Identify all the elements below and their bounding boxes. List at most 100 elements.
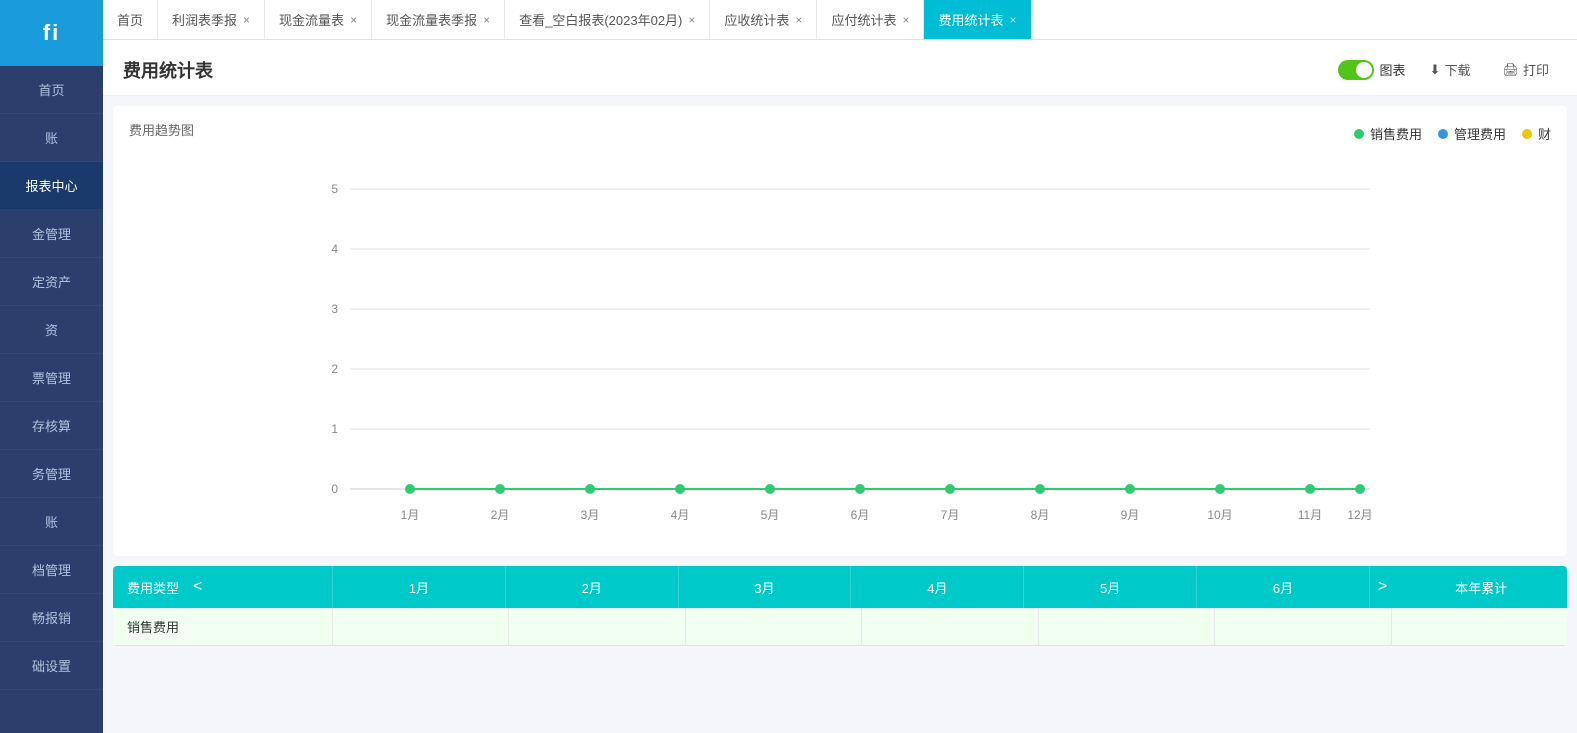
sidebar-item-reports[interactable]: 报表中心 xyxy=(0,162,103,210)
chart-dot-jun xyxy=(855,484,865,494)
sidebar-item-assets[interactable]: 定资产 xyxy=(0,258,103,306)
sidebar-item-ledger[interactable]: 账 xyxy=(0,498,103,546)
th-expense-type: 费用类型 < xyxy=(113,566,333,608)
td-sales-m5 xyxy=(1039,608,1215,645)
print-label: 打印 xyxy=(1523,60,1549,79)
close-tab-profit-quarterly[interactable]: × xyxy=(243,13,250,27)
legend-management: 管理费用 xyxy=(1438,124,1506,143)
sidebar-item-capital[interactable]: 资 xyxy=(0,306,103,354)
sidebar-item-archive[interactable]: 档管理 xyxy=(0,546,103,594)
tab-receivable[interactable]: 应收统计表 × xyxy=(710,0,817,39)
tab-cashflow-quarterly[interactable]: 现金流量表季报 × xyxy=(372,0,505,39)
svg-text:12月: 12月 xyxy=(1347,508,1372,522)
th-month-6: 6月 xyxy=(1197,566,1370,608)
td-sales-total xyxy=(1392,608,1567,645)
th-month-4: 4月 xyxy=(851,566,1024,608)
close-tab-blank-report[interactable]: × xyxy=(688,13,695,27)
sidebar: fi 首页 账 报表中心 金管理 定资产 资 票管理 存核算 务管理 账 档管理… xyxy=(0,0,103,733)
tab-home[interactable]: 首页 xyxy=(103,0,158,39)
legend-finance: 财 xyxy=(1522,124,1551,143)
chart-dot-sep xyxy=(1125,484,1135,494)
chart-title: 费用趋势图 xyxy=(129,120,194,139)
svg-text:9月: 9月 xyxy=(1121,508,1140,522)
table-row-sales: 销售费用 xyxy=(113,608,1567,646)
page-content: 费用统计表 图表 ⬇ 下载 🖨 打印 费用趋势图 xyxy=(103,40,1577,733)
chart-section: 费用趋势图 销售费用 管理费用 财 xyxy=(113,106,1567,556)
svg-text:11月: 11月 xyxy=(1298,508,1322,522)
th-month-1: 1月 xyxy=(333,566,506,608)
svg-text:5: 5 xyxy=(331,182,338,196)
print-icon: 🖨 xyxy=(1502,62,1519,78)
svg-text:8月: 8月 xyxy=(1031,508,1050,522)
sidebar-item-expense[interactable]: 畅报销 xyxy=(0,594,103,642)
close-tab-expense-stats[interactable]: × xyxy=(1009,13,1016,27)
svg-text:3: 3 xyxy=(331,302,338,316)
close-tab-cashflow-quarterly[interactable]: × xyxy=(483,13,490,27)
tabs-bar: 首页 利润表季报 × 现金流量表 × 现金流量表季报 × 查看_空白报表(202… xyxy=(103,0,1577,40)
tab-profit-quarterly[interactable]: 利润表季报 × xyxy=(158,0,265,39)
sidebar-item-cash[interactable]: 金管理 xyxy=(0,210,103,258)
chart-dot-jul xyxy=(945,484,955,494)
chart-dot-dec xyxy=(1355,484,1365,494)
header-actions: 图表 ⬇ 下载 🖨 打印 xyxy=(1338,56,1557,83)
chart-dot-aug xyxy=(1035,484,1045,494)
sidebar-item-inventory[interactable]: 存核算 xyxy=(0,402,103,450)
tab-cashflow[interactable]: 现金流量表 × xyxy=(265,0,372,39)
chart-toggle-label: 图表 xyxy=(1380,60,1406,79)
svg-text:4月: 4月 xyxy=(671,508,690,522)
td-sales-m4 xyxy=(862,608,1038,645)
chart-dot-nov xyxy=(1305,484,1315,494)
chart-dot-jan xyxy=(405,484,415,494)
td-sales-m1 xyxy=(333,608,509,645)
close-tab-cashflow[interactable]: × xyxy=(350,13,357,27)
th-month-3: 3月 xyxy=(679,566,852,608)
svg-text:1: 1 xyxy=(331,422,338,436)
sidebar-item-account[interactable]: 账 xyxy=(0,114,103,162)
download-button[interactable]: ⬇ 下载 xyxy=(1422,56,1479,83)
td-sales-m2 xyxy=(509,608,685,645)
svg-text:2月: 2月 xyxy=(491,508,510,522)
trend-chart: 5 4 3 2 1 0 xyxy=(129,149,1551,539)
nav-next-arrow[interactable]: > xyxy=(1370,566,1395,608)
main-area: 首页 利润表季报 × 现金流量表 × 现金流量表季报 × 查看_空白报表(202… xyxy=(103,0,1577,733)
svg-text:7月: 7月 xyxy=(941,508,960,522)
nav-prev-arrow[interactable]: < xyxy=(187,578,208,596)
chart-svg-container: 5 4 3 2 1 0 xyxy=(129,149,1551,542)
table-header-row: 费用类型 < 1月 2月 3月 4月 5月 6月 > 本年累计 xyxy=(113,566,1567,608)
close-tab-payable[interactable]: × xyxy=(902,13,909,27)
tab-blank-report[interactable]: 查看_空白报表(2023年02月) × xyxy=(505,0,710,39)
tab-expense-stats[interactable]: 费用统计表 × xyxy=(924,0,1031,39)
page-title: 费用统计表 xyxy=(123,57,213,83)
expense-table: 费用类型 < 1月 2月 3月 4月 5月 6月 > 本年累计 销售费用 xyxy=(113,566,1567,646)
chart-toggle[interactable] xyxy=(1338,60,1374,80)
svg-text:5月: 5月 xyxy=(761,508,780,522)
th-month-2: 2月 xyxy=(506,566,679,608)
chart-dot-may xyxy=(765,484,775,494)
page-header: 费用统计表 图表 ⬇ 下载 🖨 打印 xyxy=(103,40,1577,96)
th-month-5: 5月 xyxy=(1024,566,1197,608)
legend-dot-sales xyxy=(1354,129,1364,139)
download-icon: ⬇ xyxy=(1430,62,1441,78)
legend-label-management: 管理费用 xyxy=(1454,124,1506,143)
legend-dot-management xyxy=(1438,129,1448,139)
legend-label-finance: 财 xyxy=(1538,124,1551,143)
legend-sales: 销售费用 xyxy=(1354,124,1422,143)
sidebar-item-settings[interactable]: 础设置 xyxy=(0,642,103,690)
th-total: 本年累计 xyxy=(1395,566,1567,608)
legend-label-sales: 销售费用 xyxy=(1370,124,1422,143)
chart-dot-feb xyxy=(495,484,505,494)
chart-dot-mar xyxy=(585,484,595,494)
svg-text:6月: 6月 xyxy=(851,508,870,522)
sidebar-item-home[interactable]: 首页 xyxy=(0,66,103,114)
sidebar-item-invoice[interactable]: 票管理 xyxy=(0,354,103,402)
download-label: 下载 xyxy=(1444,60,1470,79)
legend-dot-finance xyxy=(1522,129,1532,139)
print-button[interactable]: 🖨 打印 xyxy=(1494,56,1557,83)
chart-toggle-wrap: 图表 xyxy=(1338,60,1406,80)
td-type-sales: 销售费用 xyxy=(113,608,333,645)
sidebar-item-service[interactable]: 务管理 xyxy=(0,450,103,498)
close-tab-receivable[interactable]: × xyxy=(795,13,802,27)
svg-text:10月: 10月 xyxy=(1207,508,1232,522)
chart-dot-apr xyxy=(675,484,685,494)
tab-payable[interactable]: 应付统计表 × xyxy=(817,0,924,39)
